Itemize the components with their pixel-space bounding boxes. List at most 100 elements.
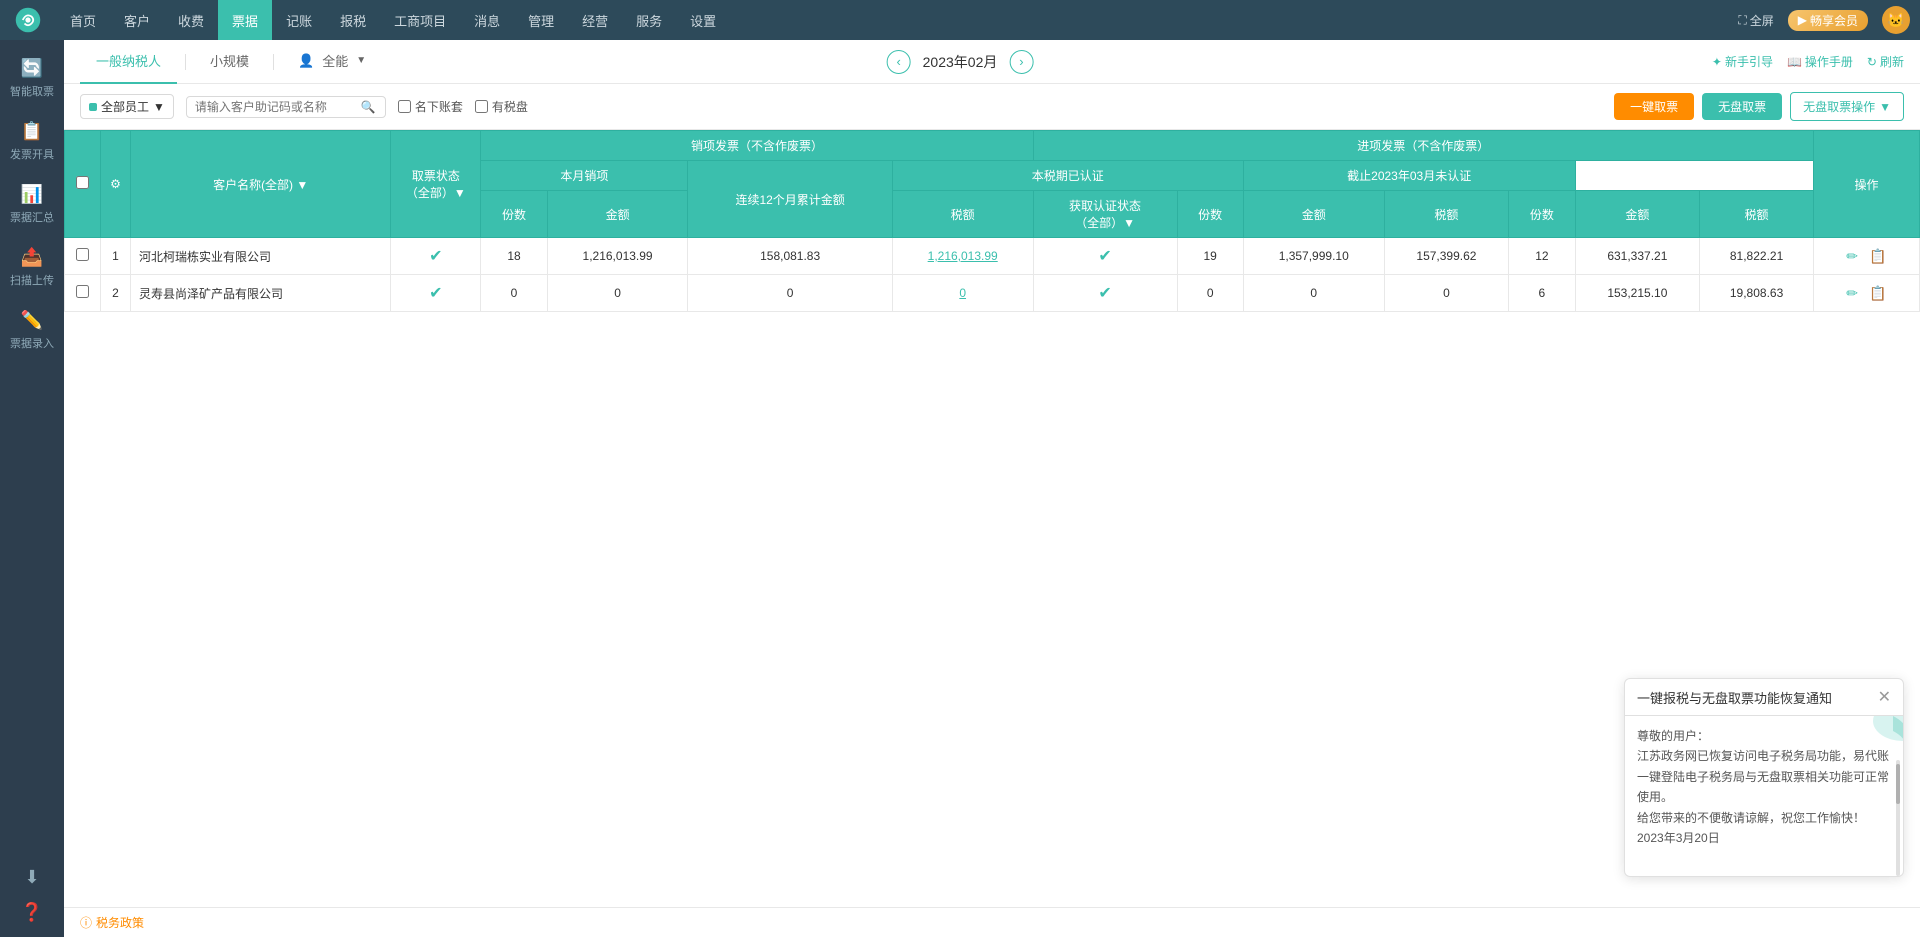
th-uncert-amount: 金额	[1575, 191, 1700, 238]
td-name-2: 灵寿县尚泽矿产品有限公司	[131, 275, 391, 312]
nav-business2[interactable]: 经营	[568, 0, 622, 40]
edit-icon-1[interactable]: ✏	[1846, 248, 1858, 264]
td-cert-tax-1: 157,399.62	[1384, 238, 1509, 275]
td-cert-status-2: ✔	[1033, 275, 1177, 312]
tax-disk-checkbox[interactable]	[475, 100, 488, 113]
td-uncert-tax-1: 81,822.21	[1700, 238, 1814, 275]
period-next-button[interactable]: ›	[1009, 50, 1033, 74]
td-uncert-amount-2: 153,215.10	[1575, 275, 1700, 312]
select-all-checkbox[interactable]	[76, 176, 89, 189]
manual-icon: 📖	[1787, 55, 1802, 69]
scan-icon: 📤	[21, 247, 43, 268]
row-checkbox-1[interactable]	[76, 248, 89, 261]
all-icon: 👤	[298, 53, 314, 69]
manual-link[interactable]: 📖 操作手册	[1787, 53, 1853, 70]
employee-chevron-icon: ▼	[153, 100, 165, 114]
checkbox-own-account[interactable]: 名下账套	[398, 98, 463, 115]
notification-scroll-thumb[interactable]	[1896, 764, 1900, 804]
filter-bar: 全部员工 ▼ 🔍 名下账套 有税盘 一键取票 无盘取票 无盘取票操作 ▼	[64, 84, 1920, 130]
search-icon[interactable]: 🔍	[361, 100, 376, 114]
employee-select[interactable]: 全部员工 ▼	[80, 94, 174, 119]
sidebar-item-summary[interactable]: 📊 票据汇总	[4, 176, 60, 233]
fullscreen-btn[interactable]: ⛶ 全屏	[1738, 12, 1773, 29]
nav-tax[interactable]: 报税	[326, 0, 380, 40]
new-guide-link[interactable]: ✦ 新手引导	[1712, 53, 1773, 70]
operations-chevron-icon: ▼	[1879, 100, 1891, 114]
search-input[interactable]	[195, 100, 355, 114]
nav-fee[interactable]: 收费	[164, 0, 218, 40]
nav-business[interactable]: 工商项目	[380, 0, 460, 40]
td-cum12-1[interactable]: 1,216,013.99	[892, 238, 1033, 275]
own-account-checkbox[interactable]	[398, 100, 411, 113]
avatar[interactable]: 🐱	[1882, 6, 1910, 34]
table-header-row-1: ⚙ 客户名称(全部) ▼ 取票状态（全部）▼ 销项发票（不含作废票） 进项发票（…	[65, 131, 1920, 161]
td-checkbox-1[interactable]	[65, 238, 101, 275]
sidebar-item-entry[interactable]: ✏️ 票据录入	[4, 302, 60, 359]
sidebar-bottom: ⬇ ❓	[21, 867, 43, 937]
th-certified: 本税期已认证	[892, 161, 1243, 191]
sidebar-item-scan[interactable]: 📤 扫描上传	[4, 239, 60, 296]
nav-bookkeeping[interactable]: 记账	[272, 0, 326, 40]
nav-settings[interactable]: 设置	[676, 0, 730, 40]
tab-bar: 一般纳税人 小规模 👤 全能 ▼ ‹ 2023年02月 › ✦	[64, 40, 1920, 84]
one-click-fetch-button[interactable]: 一键取票	[1614, 93, 1694, 120]
td-checkbox-2[interactable]	[65, 275, 101, 312]
td-uncert-tax-2: 19,808.63	[1700, 275, 1814, 312]
sidebar-label-issue: 发票开具	[10, 146, 54, 162]
notification-close-button[interactable]: ✕	[1878, 687, 1891, 707]
sidebar: 🔄 智能取票 📋 发票开具 📊 票据汇总 📤 扫描上传 ✏️ 票据录入 ⬇ ❓	[0, 40, 64, 937]
filter-icon-1[interactable]: ▼	[296, 178, 308, 192]
td-sales-tax-1: 158,081.83	[688, 238, 892, 275]
notification-popup: 一键报税与无盘取票功能恢复通知 ✕ 尊敬的用户： 江苏政务网已恢复访问电子税务局…	[1624, 678, 1904, 877]
notification-scrollbar[interactable]	[1896, 760, 1900, 876]
diskless-operations-button[interactable]: 无盘取票操作 ▼	[1790, 92, 1904, 121]
table-body: 1 河北柯瑞栋实业有限公司 ✔ 18 1,216,013.99 158,081.…	[65, 238, 1920, 312]
td-cum12-2[interactable]: 0	[892, 275, 1033, 312]
td-cert-amount-1: 1,357,999.10	[1243, 238, 1384, 275]
th-cum12: 连续12个月累计金额	[688, 161, 892, 238]
td-cert-amount-2: 0	[1243, 275, 1384, 312]
period-prev-button[interactable]: ‹	[887, 50, 911, 74]
detail-icon-1[interactable]: 📋	[1869, 248, 1886, 264]
checkbox-tax-disk[interactable]: 有税盘	[475, 98, 528, 115]
sidebar-item-issue[interactable]: 📋 发票开具	[4, 113, 60, 170]
diskless-fetch-button[interactable]: 无盘取票	[1702, 93, 1782, 120]
filter-icon-2[interactable]: ▼	[454, 186, 466, 200]
nav-manage[interactable]: 管理	[514, 0, 568, 40]
td-sales-count-1: 18	[481, 238, 547, 275]
nav-customer[interactable]: 客户	[110, 0, 164, 40]
nav-home[interactable]: 首页	[56, 0, 110, 40]
status-check-icon-2: ✔	[429, 285, 442, 302]
tab-divider-2	[273, 54, 274, 70]
th-uncert-tax: 税额	[1700, 191, 1814, 238]
th-cert-count: 份数	[1177, 191, 1243, 238]
row-checkbox-2[interactable]	[76, 285, 89, 298]
td-uncert-count-1: 12	[1509, 238, 1575, 275]
nav-service[interactable]: 服务	[622, 0, 676, 40]
settings-icon[interactable]: ⚙	[110, 177, 121, 191]
tab-small-scale[interactable]: 小规模	[194, 40, 265, 84]
tab-general-taxpayer[interactable]: 一般纳税人	[80, 40, 177, 84]
td-no-2: 2	[101, 275, 131, 312]
notification-header: 一键报税与无盘取票功能恢复通知 ✕	[1625, 679, 1903, 716]
tax-policy-link[interactable]: 税务政策	[96, 914, 144, 931]
filter-icon-3[interactable]: ▼	[1123, 216, 1135, 230]
edit-icon-2[interactable]: ✏	[1846, 285, 1858, 301]
table-row: 1 河北柯瑞栋实业有限公司 ✔ 18 1,216,013.99 158,081.…	[65, 238, 1920, 275]
download-icon[interactable]: ⬇	[24, 867, 39, 888]
status-check-icon-1: ✔	[429, 248, 442, 265]
tab-all[interactable]: 👤 全能 ▼	[282, 40, 382, 84]
td-actions-1: ✏ 📋	[1813, 238, 1919, 275]
refresh-icon: ↻	[1867, 55, 1877, 69]
period-right-actions: ✦ 新手引导 📖 操作手册 ↻ 刷新	[1712, 53, 1904, 70]
refresh-link[interactable]: ↻ 刷新	[1867, 53, 1904, 70]
tab-divider-1	[185, 54, 186, 70]
nav-items: 首页 客户 收费 票据 记账 报税 工商项目 消息 管理 经营 服务 设置	[56, 0, 1738, 40]
help-icon[interactable]: ❓	[21, 902, 43, 923]
td-status-1: ✔	[391, 238, 481, 275]
vip-button[interactable]: ▶ 畅享会员	[1788, 10, 1868, 31]
sidebar-item-fetch[interactable]: 🔄 智能取票	[4, 50, 60, 107]
nav-invoice[interactable]: 票据	[218, 0, 272, 40]
nav-message[interactable]: 消息	[460, 0, 514, 40]
detail-icon-2[interactable]: 📋	[1869, 285, 1886, 301]
